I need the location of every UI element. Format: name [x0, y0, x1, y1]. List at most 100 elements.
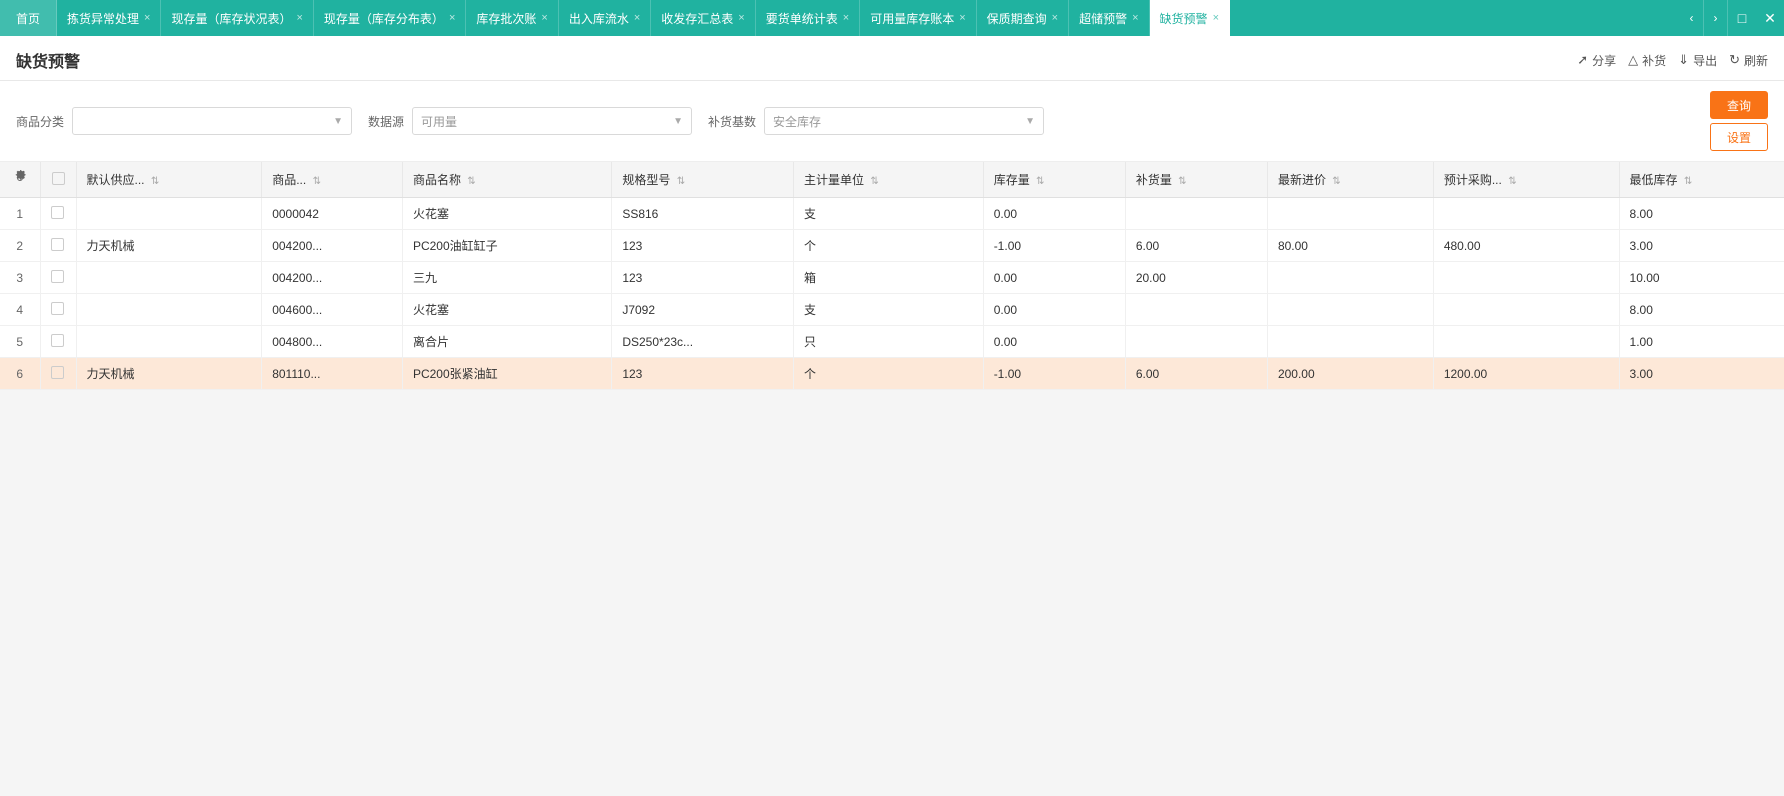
col-index: 1	[0, 198, 40, 230]
col-default-supplier	[76, 262, 262, 294]
settings-button[interactable]: 设置	[1710, 123, 1768, 151]
th-est-purchase-label: 预计采购...	[1444, 173, 1502, 187]
col-spec: SS816	[612, 198, 794, 230]
nav-left-btn[interactable]: ‹	[1680, 0, 1704, 36]
nav-tab-recv-summary-label: 收发存汇总表	[661, 10, 733, 27]
category-select[interactable]: ▼	[72, 107, 352, 135]
col-est-purchase	[1433, 262, 1619, 294]
col-checkbox	[40, 358, 76, 390]
select-all-checkbox[interactable]	[52, 172, 65, 185]
category-label: 商品分类	[16, 113, 64, 130]
column-settings-icon[interactable]	[12, 170, 28, 186]
col-checkbox	[40, 230, 76, 262]
nav-right-btn[interactable]: ›	[1704, 0, 1728, 36]
col-min-stock: 10.00	[1619, 262, 1784, 294]
col-index: 6	[0, 358, 40, 390]
datasource-filter-group: 数据源 可用量 ▼	[368, 107, 692, 135]
close-stock-status-btn[interactable]: ×	[296, 12, 302, 24]
nav-tab-available-ledger[interactable]: 可用量库存账本 ×	[860, 0, 976, 36]
sort-unit-icon: ⇅	[870, 176, 878, 187]
share-button[interactable]: ➚ 分享	[1577, 52, 1616, 69]
close-inout-flow-btn[interactable]: ×	[634, 12, 640, 24]
nav-tab-recv-summary[interactable]: 收发存汇总表 ×	[651, 0, 755, 36]
th-default-supplier[interactable]: 默认供应... ⇅	[76, 162, 262, 198]
table-body: 10000042火花塞SS816支0.008.002力天机械004200...P…	[0, 198, 1784, 390]
col-min-stock: 8.00	[1619, 294, 1784, 326]
col-index: 3	[0, 262, 40, 294]
col-default-supplier	[76, 326, 262, 358]
nav-tab-abnormal[interactable]: 拣货异常处理 ×	[57, 0, 161, 36]
replenish-label: 补货	[1642, 52, 1666, 69]
col-unit: 支	[794, 294, 984, 326]
nav-tab-overstock[interactable]: 超储预警 ×	[1069, 0, 1149, 36]
nav-tab-stock-status[interactable]: 现存量（库存状况表） ×	[161, 0, 313, 36]
th-product-code-label: 商品...	[272, 173, 306, 187]
datasource-select[interactable]: 可用量 ▼	[412, 107, 692, 135]
col-product-name: 离合片	[402, 326, 611, 358]
col-product-name: 火花塞	[402, 294, 611, 326]
close-order-stats-btn[interactable]: ×	[843, 12, 849, 24]
col-default-supplier: 力天机械	[76, 358, 262, 390]
nav-tab-order-stats[interactable]: 要货单统计表 ×	[756, 0, 860, 36]
nav-tab-expiry-query[interactable]: 保质期查询 ×	[977, 0, 1069, 36]
replenish-button[interactable]: △ 补货	[1628, 52, 1666, 69]
window-close-btn[interactable]: ✕	[1756, 0, 1784, 36]
th-min-stock-label: 最低库存	[1630, 173, 1678, 187]
row-checkbox[interactable]	[51, 206, 64, 219]
row-checkbox[interactable]	[51, 334, 64, 347]
close-stock-dist-btn[interactable]: ×	[449, 12, 455, 24]
th-latest-price[interactable]: 最新进价 ⇅	[1267, 162, 1433, 198]
category-select-arrow: ▼	[333, 116, 343, 127]
th-select-all[interactable]	[40, 162, 76, 198]
row-checkbox[interactable]	[51, 366, 64, 379]
refresh-button[interactable]: ↻ 刷新	[1729, 52, 1768, 69]
sort-replenish-qty-icon: ⇅	[1178, 176, 1186, 187]
close-expiry-query-btn[interactable]: ×	[1052, 12, 1058, 24]
table-row: 5004800...离合片DS250*23c...只0.001.00	[0, 326, 1784, 358]
export-button[interactable]: ⇓ 导出	[1678, 52, 1717, 69]
category-filter-group: 商品分类 ▼	[16, 107, 352, 135]
row-checkbox[interactable]	[51, 270, 64, 283]
query-button[interactable]: 查询	[1710, 91, 1768, 119]
col-replenish-qty	[1125, 198, 1267, 230]
datasource-select-arrow: ▼	[673, 116, 683, 127]
col-default-supplier	[76, 198, 262, 230]
row-checkbox[interactable]	[51, 238, 64, 251]
table-row: 3004200...三九123箱0.0020.0010.00	[0, 262, 1784, 294]
nav-tab-stock-status-label: 现存量（库存状况表）	[171, 10, 291, 27]
th-product-code[interactable]: 商品... ⇅	[262, 162, 403, 198]
window-restore-btn[interactable]: □	[1728, 0, 1756, 36]
close-abnormal-btn[interactable]: ×	[144, 12, 150, 24]
col-est-purchase	[1433, 294, 1619, 326]
col-unit: 箱	[794, 262, 984, 294]
th-product-name[interactable]: 商品名称 ⇅	[402, 162, 611, 198]
close-recv-summary-btn[interactable]: ×	[738, 12, 744, 24]
th-est-purchase[interactable]: 预计采购... ⇅	[1433, 162, 1619, 198]
row-checkbox[interactable]	[51, 302, 64, 315]
close-batch-account-btn[interactable]: ×	[541, 12, 547, 24]
close-overstock-btn[interactable]: ×	[1132, 12, 1138, 24]
top-nav: 首页 拣货异常处理 × 现存量（库存状况表） × 现存量（库存分布表） × 库存…	[0, 0, 1784, 36]
nav-tab-inout-flow[interactable]: 出入库流水 ×	[559, 0, 651, 36]
th-product-name-label: 商品名称	[413, 173, 461, 187]
th-stock-qty[interactable]: 库存量 ⇅	[983, 162, 1125, 198]
th-spec[interactable]: 规格型号 ⇅	[612, 162, 794, 198]
th-replenish-qty[interactable]: 补货量 ⇅	[1125, 162, 1267, 198]
nav-tab-home[interactable]: 首页	[0, 0, 57, 36]
page-title: 缺货预警	[16, 48, 1577, 72]
nav-tab-stock-dist[interactable]: 现存量（库存分布表） ×	[314, 0, 466, 36]
nav-tab-batch-account[interactable]: 库存批次账 ×	[466, 0, 558, 36]
filter-bar: 商品分类 ▼ 数据源 可用量 ▼ 补货基数 安全库存 ▼ 查询 设置	[0, 81, 1784, 162]
close-available-ledger-btn[interactable]: ×	[959, 12, 965, 24]
nav-tab-shortage[interactable]: 缺货预警 ×	[1150, 0, 1230, 36]
th-replenish-qty-label: 补货量	[1136, 173, 1172, 187]
datasource-select-value: 可用量	[421, 113, 673, 130]
table-row: 10000042火花塞SS816支0.008.00	[0, 198, 1784, 230]
th-unit[interactable]: 主计量单位 ⇅	[794, 162, 984, 198]
col-latest-price: 80.00	[1267, 230, 1433, 262]
close-shortage-btn[interactable]: ×	[1213, 12, 1219, 24]
sort-stock-qty-icon: ⇅	[1036, 176, 1044, 187]
th-min-stock[interactable]: 最低库存 ⇅	[1619, 162, 1784, 198]
replenish-base-select[interactable]: 安全库存 ▼	[764, 107, 1044, 135]
header-actions: ➚ 分享 △ 补货 ⇓ 导出 ↻ 刷新	[1577, 52, 1768, 69]
